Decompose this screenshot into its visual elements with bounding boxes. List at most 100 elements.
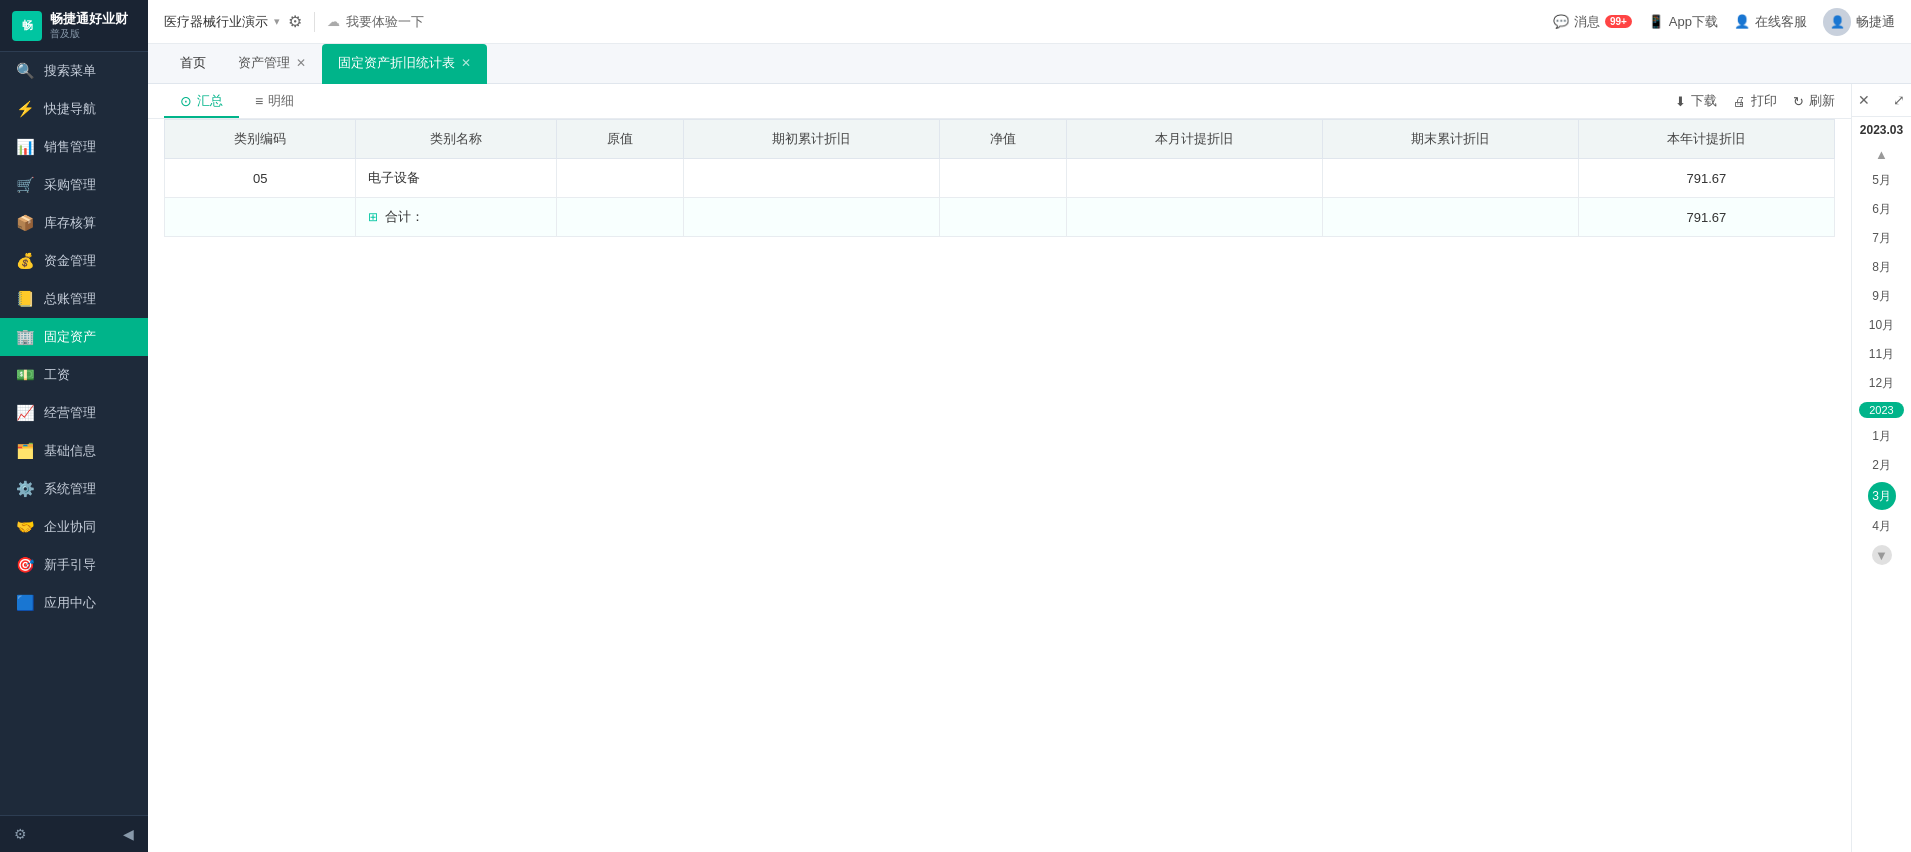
main-area: 医疗器械行业演示 ▾ ⚙ ☁ 我要体验一下 💬 消息 99+ 📱 App下载 👤… — [148, 0, 1911, 852]
download-label: 下载 — [1691, 92, 1717, 110]
content-area: ⊙ 汇总 ≡ 明细 ⬇ 下载 🖨 打印 — [148, 84, 1911, 852]
apps-icon: 🟦 — [16, 594, 34, 612]
date-item-1[interactable]: 1月 — [1852, 422, 1911, 451]
download-button[interactable]: ⬇ 下载 — [1675, 92, 1717, 110]
topbar: 医疗器械行业演示 ▾ ⚙ ☁ 我要体验一下 💬 消息 99+ 📱 App下载 👤… — [148, 0, 1911, 44]
date-item-9[interactable]: 9月 — [1852, 282, 1911, 311]
tab-home[interactable]: 首页 — [164, 44, 222, 84]
sidebar-item-ledger[interactable]: 📒 总账管理 — [0, 280, 148, 318]
subtab-detail[interactable]: ≡ 明细 — [239, 86, 310, 118]
date-item-7[interactable]: 7月 — [1852, 224, 1911, 253]
sum-net — [939, 198, 1066, 237]
sidebar-item-payroll[interactable]: 💵 工资 — [0, 356, 148, 394]
collapse-icon[interactable]: ◀ — [123, 826, 134, 842]
message-icon: 💬 — [1553, 14, 1569, 29]
company-arrow-icon: ▾ — [274, 15, 280, 28]
sum-row: ⊞ 合计： 791.67 — [165, 198, 1835, 237]
date-item-5[interactable]: 5月 — [1852, 166, 1911, 195]
date-item-3-active[interactable]: 3月 — [1868, 482, 1896, 510]
flash-icon: ⚡ — [16, 100, 34, 118]
panel-close-icon[interactable]: ✕ — [1858, 92, 1870, 108]
sidebar-item-sales[interactable]: 📊 销售管理 — [0, 128, 148, 166]
avatar: 👤 — [1823, 8, 1851, 36]
sidebar-item-fixed[interactable]: 🏢 固定资产 — [0, 318, 148, 356]
experience-text: 我要体验一下 — [346, 13, 424, 31]
sidebar-item-collab[interactable]: 🤝 企业协同 — [0, 508, 148, 546]
sidebar-item-basic[interactable]: 🗂️ 基础信息 — [0, 432, 148, 470]
download-icon: ⬇ — [1675, 94, 1686, 109]
date-item-4[interactable]: 4月 — [1852, 512, 1911, 541]
print-button[interactable]: 🖨 打印 — [1733, 92, 1777, 110]
sidebar-item-quicknav[interactable]: ⚡ 快捷导航 — [0, 90, 148, 128]
refresh-icon: ↻ — [1793, 94, 1804, 109]
settings-footer-icon[interactable]: ⚙ — [14, 826, 27, 842]
sidebar-nav: 🔍 搜索菜单 ⚡ 快捷导航 📊 销售管理 🛒 采购管理 📦 库存核算 💰 资金管… — [0, 52, 148, 815]
sidebar-item-label: 采购管理 — [44, 176, 96, 194]
sum-icon: ⊞ — [368, 210, 378, 224]
tab-depreciation-close-icon[interactable]: ✕ — [461, 56, 471, 70]
company-name: 医疗器械行业演示 — [164, 13, 268, 31]
tab-home-label: 首页 — [180, 54, 206, 72]
scroll-up-button[interactable]: ▲ — [1852, 143, 1911, 166]
message-button[interactable]: 💬 消息 99+ — [1553, 13, 1632, 31]
sidebar-item-guide[interactable]: 🎯 新手引导 — [0, 546, 148, 584]
tab-depreciation[interactable]: 固定资产折旧统计表 ✕ — [322, 44, 487, 84]
sidebar-item-purchase[interactable]: 🛒 采购管理 — [0, 166, 148, 204]
date-item-8[interactable]: 8月 — [1852, 253, 1911, 282]
tab-asset-close-icon[interactable]: ✕ — [296, 56, 306, 70]
sidebar-item-search[interactable]: 🔍 搜索菜单 — [0, 52, 148, 90]
sidebar-item-apps[interactable]: 🟦 应用中心 — [0, 584, 148, 622]
sidebar-item-system[interactable]: ⚙️ 系统管理 — [0, 470, 148, 508]
folder-icon: 🗂️ — [16, 442, 34, 460]
scroll-down-button[interactable]: ▼ — [1852, 541, 1911, 569]
row-end-acc-dep — [1322, 159, 1578, 198]
row-month-dep — [1066, 159, 1322, 198]
refresh-label: 刷新 — [1809, 92, 1835, 110]
sidebar-item-label: 企业协同 — [44, 518, 96, 536]
sum-end-acc-dep — [1322, 198, 1578, 237]
sidebar-item-label: 资金管理 — [44, 252, 96, 270]
panel-expand-icon[interactable]: ⤢ — [1893, 92, 1905, 108]
date-item-2[interactable]: 2月 — [1852, 451, 1911, 480]
experience-link[interactable]: ☁ 我要体验一下 — [327, 13, 424, 31]
cloud-icon: ☁ — [327, 14, 340, 29]
row-original — [556, 159, 683, 198]
col-original: 原值 — [556, 120, 683, 159]
print-icon: 🖨 — [1733, 94, 1746, 109]
search-icon: 🔍 — [16, 62, 34, 80]
company-selector[interactable]: 医疗器械行业演示 ▾ — [164, 13, 280, 31]
date-item-12[interactable]: 12月 — [1852, 369, 1911, 398]
date-list: 2023.03 ▲ 5月 6月 7月 8月 9月 10月 11月 12月 202… — [1852, 117, 1911, 852]
service-icon: 👤 — [1734, 14, 1750, 29]
handshake-icon: 🤝 — [16, 518, 34, 536]
sidebar-footer: ⚙ ◀ — [0, 815, 148, 852]
scroll-down-icon[interactable]: ▼ — [1872, 545, 1892, 565]
table-container: 类别编码 类别名称 原值 期初累计折旧 净值 本月计提折旧 期末累计折旧 本年计… — [148, 119, 1851, 852]
sidebar-item-fund[interactable]: 💰 资金管理 — [0, 242, 148, 280]
sidebar-item-inventory[interactable]: 📦 库存核算 — [0, 204, 148, 242]
year-badge-2023[interactable]: 2023 — [1859, 402, 1903, 418]
sidebar-item-label: 总账管理 — [44, 290, 96, 308]
logo-icon: 畅 — [12, 11, 42, 41]
current-period-label: 2023.03 — [1852, 117, 1911, 143]
col-acc-dep: 期初累计折旧 — [683, 120, 939, 159]
subtab-summary-label: 汇总 — [197, 92, 223, 110]
sidebar-item-manage[interactable]: 📈 经营管理 — [0, 394, 148, 432]
tab-depreciation-label: 固定资产折旧统计表 — [338, 54, 455, 72]
date-item-6[interactable]: 6月 — [1852, 195, 1911, 224]
app-label: App下载 — [1669, 13, 1718, 31]
col-code: 类别编码 — [165, 120, 356, 159]
tabbar: 首页 资产管理 ✕ 固定资产折旧统计表 ✕ — [148, 44, 1911, 84]
user-info[interactable]: 👤 畅捷通 — [1823, 8, 1895, 36]
building-icon: 🏢 — [16, 328, 34, 346]
service-button[interactable]: 👤 在线客服 — [1734, 13, 1807, 31]
subtab-summary[interactable]: ⊙ 汇总 — [164, 86, 239, 118]
date-item-10[interactable]: 10月 — [1852, 311, 1911, 340]
refresh-button[interactable]: ↻ 刷新 — [1793, 92, 1835, 110]
gear-icon: ⚙️ — [16, 480, 34, 498]
date-item-11[interactable]: 11月 — [1852, 340, 1911, 369]
topbar-settings-icon[interactable]: ⚙ — [288, 12, 302, 31]
tab-asset-mgmt[interactable]: 资产管理 ✕ — [222, 44, 322, 84]
app-download-button[interactable]: 📱 App下载 — [1648, 13, 1718, 31]
cart-icon: 🛒 — [16, 176, 34, 194]
